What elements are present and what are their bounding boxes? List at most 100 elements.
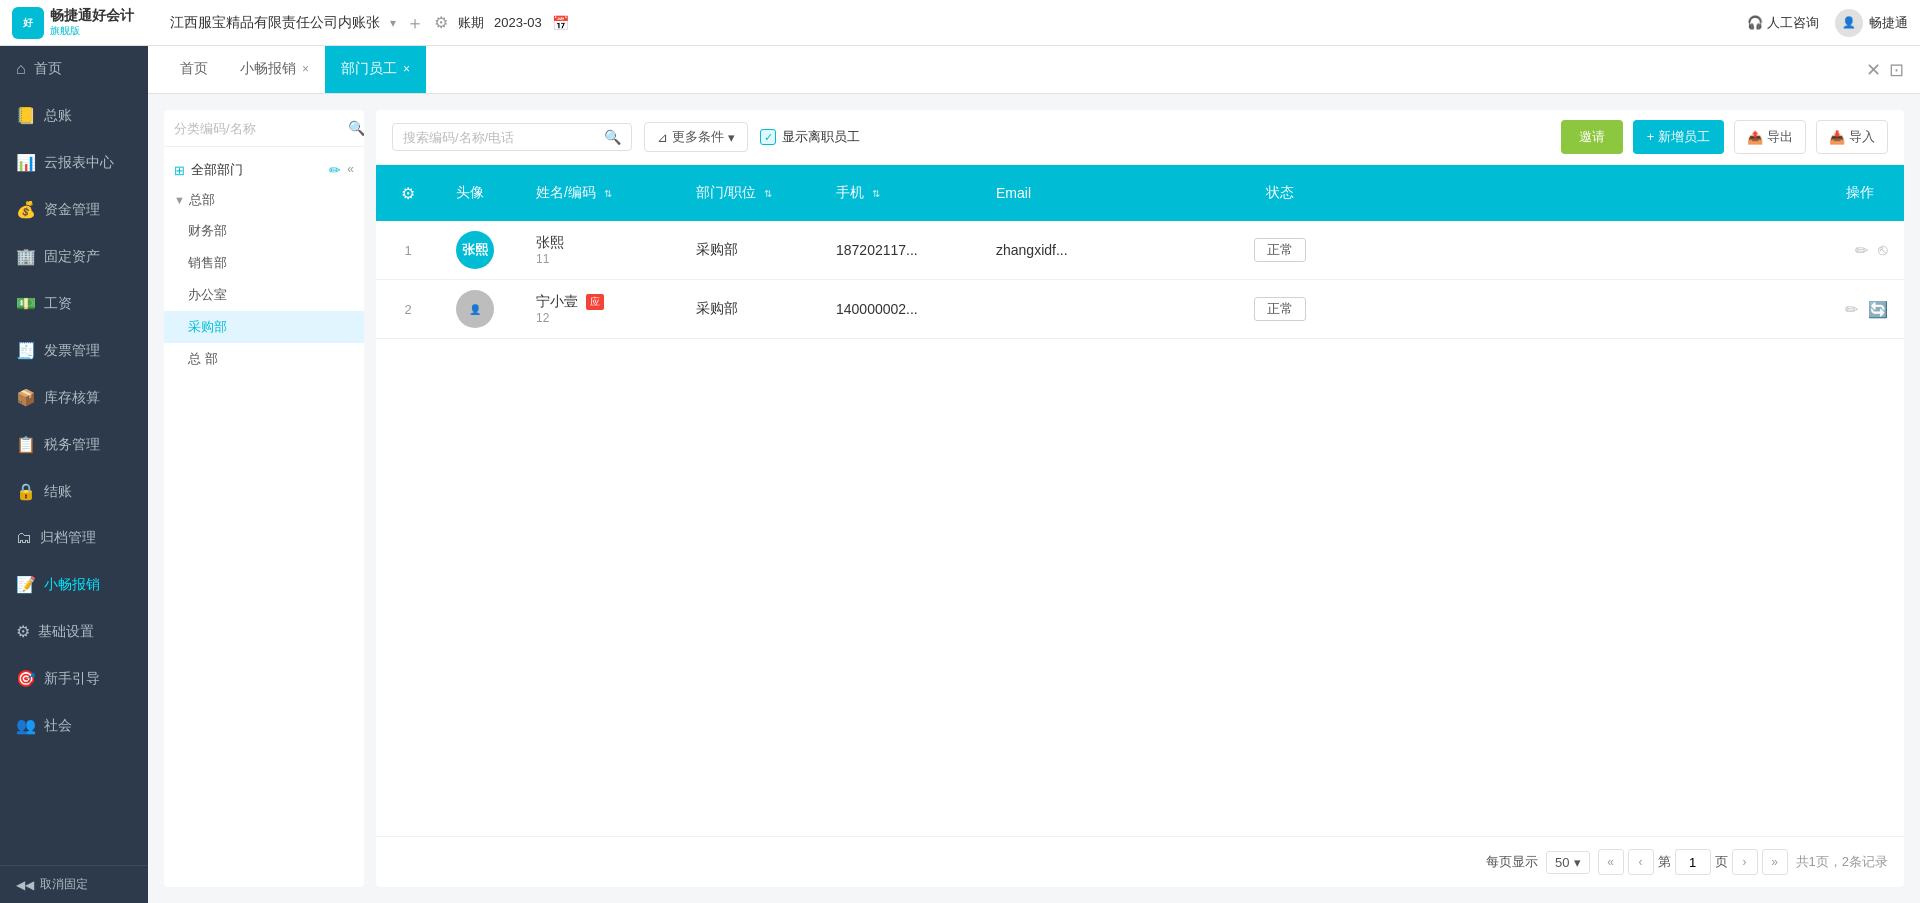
- row-num: 2: [376, 280, 440, 339]
- dept-item-finance[interactable]: 财务部: [164, 215, 364, 247]
- sidebar-item-funds[interactable]: 💰 资金管理: [0, 186, 148, 233]
- col-phone[interactable]: 手机 ⇅: [820, 165, 980, 221]
- sidebar-item-expense[interactable]: 📝 小畅报销: [0, 561, 148, 608]
- filter-dropdown-icon: ▾: [728, 130, 735, 145]
- avatar: 👤: [456, 290, 494, 328]
- dept-search-input[interactable]: [174, 121, 342, 136]
- tab-employee[interactable]: 部门员工 ×: [325, 46, 426, 93]
- dept-section-general[interactable]: ▼ 总部: [164, 185, 364, 215]
- all-dept-header[interactable]: ⊞ 全部部门 ✏ «: [164, 155, 364, 185]
- col-actions: 操作: [1380, 165, 1904, 221]
- sidebar-item-salary[interactable]: 💵 工资: [0, 280, 148, 327]
- edit-icon[interactable]: ✏: [1855, 241, 1868, 260]
- tab-expense-close[interactable]: ×: [302, 62, 309, 76]
- filter-button[interactable]: ⊿ 更多条件 ▾: [644, 122, 748, 152]
- prev-page-button[interactable]: ‹: [1628, 849, 1654, 875]
- table-settings-icon[interactable]: ⚙: [392, 177, 424, 209]
- import-button[interactable]: 📥 导入: [1816, 120, 1888, 154]
- employees-list: ⚙ 头像 姓名/编码 ⇅ 部门/职位 ⇅: [376, 165, 1904, 339]
- grid-icon: ⊞: [174, 163, 185, 178]
- dept-collapse-icon[interactable]: «: [347, 162, 354, 178]
- add-company-button[interactable]: ＋: [406, 11, 424, 35]
- row-status-cell: 正常: [1180, 280, 1380, 339]
- top-bar: 好 畅捷通好会计 旗舰版 江西服宝精品有限责任公司内账张 ▾ ＋ ⚙ 账期 20…: [0, 0, 1920, 46]
- row-avatar-cell: 👤: [440, 280, 520, 339]
- tab-employee-close[interactable]: ×: [403, 62, 410, 76]
- period-label: 账期: [458, 14, 484, 32]
- row-dept-cell: 采购部: [680, 221, 820, 280]
- sidebar-item-ledger[interactable]: 📒 总账: [0, 92, 148, 139]
- page-input[interactable]: [1675, 849, 1711, 875]
- avatar: 张熙: [456, 231, 494, 269]
- dept-item-purchasing[interactable]: 采购部: [164, 311, 364, 343]
- delete-icon[interactable]: 🔄: [1868, 300, 1888, 319]
- add-employee-button[interactable]: + 新增员工: [1633, 120, 1724, 154]
- dept-item-office[interactable]: 办公室: [164, 279, 364, 311]
- row-dept-cell: 采购部: [680, 280, 820, 339]
- employee-code: 12: [536, 311, 664, 325]
- user-name: 畅捷通: [1869, 14, 1908, 32]
- sidebar-item-reports[interactable]: 📊 云报表中心: [0, 139, 148, 186]
- company-dropdown-icon[interactable]: ▾: [390, 16, 396, 30]
- main-layout: ⌂ 首页 📒 总账 📊 云报表中心 💰 资金管理 🏢 固定资产 💵 工资 🧾 发…: [0, 46, 1920, 903]
- sidebar-item-home[interactable]: ⌂ 首页: [0, 46, 148, 92]
- phone-sort-icon: ⇅: [872, 188, 880, 199]
- tab-bar: 首页 小畅报销 × 部门员工 × ✕ ⊡: [148, 46, 1920, 94]
- tab-home[interactable]: 首页: [164, 46, 224, 93]
- content-area: 首页 小畅报销 × 部门员工 × ✕ ⊡ 🔍: [148, 46, 1920, 903]
- page-size-select[interactable]: 50 ▾: [1546, 851, 1589, 874]
- row-email-cell: [980, 280, 1180, 339]
- inventory-icon: 📦: [16, 388, 36, 407]
- user-area[interactable]: 👤 畅捷通: [1835, 9, 1908, 37]
- employee-name: 宁小壹 应: [536, 293, 664, 311]
- unpin-button[interactable]: ◀◀ 取消固定: [0, 865, 148, 903]
- first-page-button[interactable]: «: [1598, 849, 1624, 875]
- support-button[interactable]: 🎧 人工咨询: [1747, 14, 1819, 32]
- import-icon: 📥: [1829, 130, 1845, 145]
- pagination: 每页显示 50 ▾ « ‹ 第 页 › » 共1页，2条记录: [376, 836, 1904, 887]
- dept-item-hq[interactable]: 总 部: [164, 343, 364, 375]
- col-email: Email: [980, 165, 1180, 221]
- invite-button[interactable]: 邀请: [1561, 120, 1623, 154]
- employee-search-input[interactable]: [403, 130, 598, 145]
- window-maximize-button[interactable]: ⊡: [1889, 59, 1904, 81]
- last-page-button[interactable]: »: [1762, 849, 1788, 875]
- company-selector[interactable]: 江西服宝精品有限责任公司内账张: [170, 14, 380, 32]
- per-page-dropdown-icon: ▾: [1574, 855, 1581, 870]
- status-badge: 正常: [1254, 297, 1306, 321]
- page-label: 第: [1658, 853, 1671, 871]
- sidebar-item-assets[interactable]: 🏢 固定资产: [0, 233, 148, 280]
- ledger-icon: 📒: [16, 106, 36, 125]
- headset-icon: 🎧: [1747, 15, 1763, 30]
- dept-edit-icon[interactable]: ✏: [329, 162, 341, 178]
- sidebar-item-settings[interactable]: ⚙ 基础设置: [0, 608, 148, 655]
- sidebar-item-invoice[interactable]: 🧾 发票管理: [0, 327, 148, 374]
- sidebar-item-inventory[interactable]: 📦 库存核算: [0, 374, 148, 421]
- employee-name: 张熙: [536, 234, 664, 252]
- row-phone-cell: 187202117...: [820, 221, 980, 280]
- col-status: 状态: [1180, 165, 1380, 221]
- action-icons: ✏ ⎋: [1396, 241, 1888, 260]
- pin-icon: ◀◀: [16, 878, 34, 892]
- window-close-button[interactable]: ✕: [1866, 59, 1881, 81]
- export-button[interactable]: 📤 导出: [1734, 120, 1806, 154]
- dept-search-icon[interactable]: 🔍: [348, 120, 364, 136]
- col-name[interactable]: 姓名/编码 ⇅: [520, 165, 680, 221]
- col-dept[interactable]: 部门/职位 ⇅: [680, 165, 820, 221]
- calendar-icon[interactable]: 📅: [552, 15, 569, 31]
- sidebar-item-archive[interactable]: 🗂 归档管理: [0, 515, 148, 561]
- sidebar-item-close[interactable]: 🔒 结账: [0, 468, 148, 515]
- show-inactive-checkbox[interactable]: ✓: [760, 129, 776, 145]
- settings-button[interactable]: ⚙: [434, 13, 448, 32]
- tab-expense[interactable]: 小畅报销 ×: [224, 46, 325, 93]
- search-icon[interactable]: 🔍: [604, 129, 621, 145]
- top-bar-right: 🎧 人工咨询 👤 畅捷通: [1747, 9, 1908, 37]
- dept-item-sales[interactable]: 销售部: [164, 247, 364, 279]
- sidebar-item-guide[interactable]: 🎯 新手引导: [0, 655, 148, 702]
- next-page-button[interactable]: ›: [1732, 849, 1758, 875]
- sidebar-item-more[interactable]: 👥 社会: [0, 702, 148, 749]
- edit-icon[interactable]: ✏: [1845, 300, 1858, 319]
- sidebar-item-tax[interactable]: 📋 税务管理: [0, 421, 148, 468]
- filter-icon: ⊿: [657, 130, 668, 145]
- logout-icon[interactable]: ⎋: [1878, 241, 1888, 260]
